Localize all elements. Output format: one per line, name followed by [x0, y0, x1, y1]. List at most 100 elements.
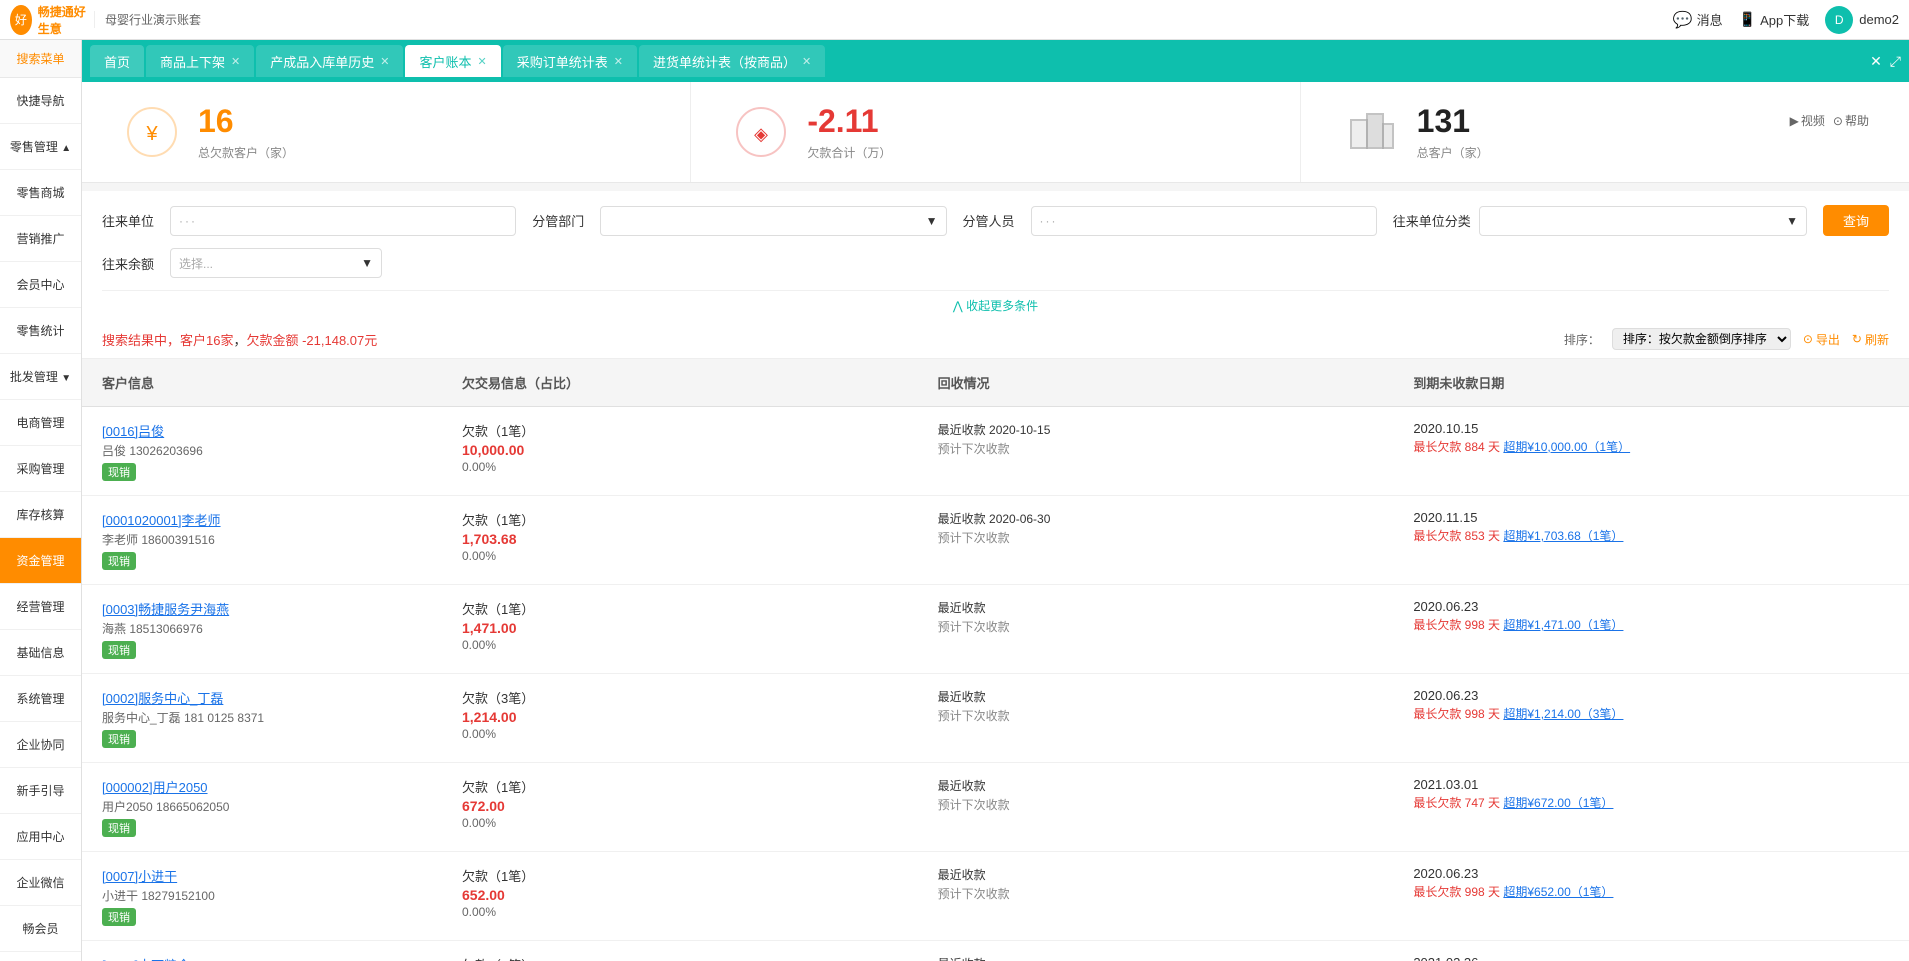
- close-tab-purchase-order[interactable]: ✕: [614, 55, 623, 68]
- table-row: [000002]用户2050 用户2050 18665062050 现销 欠款（…: [82, 763, 1909, 852]
- customer-name-0[interactable]: [0016]吕俊: [102, 421, 462, 440]
- sidebar-item-member-center[interactable]: 会员中心: [0, 262, 81, 308]
- close-tab-customer-account[interactable]: ✕: [478, 55, 487, 68]
- top-bar: 好 畅捷通好生意 母婴行业演示账套 💬 消息 📱 App下载 D demo2: [0, 0, 1909, 40]
- col-overdue: 到期未收款日期: [1413, 369, 1889, 396]
- tab-close-all-btn[interactable]: ✕: [1870, 53, 1882, 70]
- sidebar-item-inventory[interactable]: 库存核算: [0, 492, 81, 538]
- customer-tag-1: 现销: [102, 552, 136, 570]
- sidebar-item-finance-mgmt[interactable]: 资金管理: [0, 538, 81, 584]
- sidebar-item-member-vip[interactable]: 畅会员: [0, 906, 81, 952]
- overdue-link-4[interactable]: 超期¥672.00（1笔）: [1503, 796, 1613, 810]
- sidebar-item-retail-mall[interactable]: 零售商城: [0, 170, 81, 216]
- collection-0: 最近收款 2020-10-15 预计下次收款: [938, 417, 1414, 461]
- dept-select[interactable]: ▼: [600, 206, 946, 236]
- unit-category-select[interactable]: ▼: [1479, 206, 1807, 236]
- overdue-3: 2020.06.23 最长欠款 998 天 超期¥1,214.00（3笔）: [1413, 684, 1889, 726]
- avatar: D: [1825, 6, 1853, 34]
- balance-select[interactable]: 选择... ▼: [170, 248, 382, 278]
- customer-name-1[interactable]: [0001020001]李老师: [102, 510, 462, 529]
- sidebar-item-retail-mgmt[interactable]: 零售管理 ▲: [0, 124, 81, 170]
- sidebar-item-batch-mgmt[interactable]: 批发管理 ▼: [0, 354, 81, 400]
- summary-info-debt: 16 总欠款客户（家）: [198, 103, 294, 161]
- sidebar-item-enterprise-wechat[interactable]: 企业微信: [0, 860, 81, 906]
- tab-expand-btn[interactable]: ⤢: [1890, 53, 1901, 70]
- unit-category-label: 往来单位分类: [1393, 211, 1471, 230]
- total-customers-value: 131: [1417, 103, 1489, 140]
- sort-select[interactable]: 排序：按欠款金额倒序排序: [1612, 328, 1791, 350]
- sidebar-item-basic-info[interactable]: 基础信息: [0, 630, 81, 676]
- sidebar-item-ops-mgmt[interactable]: 经营管理: [0, 584, 81, 630]
- collection-2: 最近收款 预计下次收款: [938, 595, 1414, 639]
- sidebar-item-purchase-mgmt[interactable]: 采购管理: [0, 446, 81, 492]
- customer-name-6[interactable]: [0006]去下粮仓: [102, 955, 462, 961]
- customer-name-3[interactable]: [0002]服务中心_丁磊: [102, 688, 462, 707]
- customer-tag-0: 现销: [102, 463, 136, 481]
- collection-5: 最近收款 预计下次收款: [938, 862, 1414, 906]
- sidebar-item-quick-nav[interactable]: 快捷导航: [0, 78, 81, 124]
- sidebar-item-ecom-mgmt[interactable]: 电商管理: [0, 400, 81, 446]
- overdue-link-2[interactable]: 超期¥1,471.00（1笔）: [1503, 618, 1623, 632]
- sidebar-item-app-center[interactable]: 应用中心: [0, 814, 81, 860]
- overdue-link-5[interactable]: 超期¥652.00（1笔）: [1503, 885, 1613, 899]
- debt-info-3: 欠款（3笔） 1,214.00 0.00%: [462, 684, 938, 745]
- collection-4: 最近收款 预计下次收款: [938, 773, 1414, 817]
- tab-home[interactable]: 首页: [90, 45, 144, 77]
- manager-input[interactable]: ···: [1031, 206, 1377, 236]
- from-unit-input[interactable]: ···: [170, 206, 516, 236]
- total-customers-label: 总客户（家）: [1417, 144, 1489, 161]
- close-tab-import-stats[interactable]: ✕: [802, 55, 811, 68]
- view-video-btn[interactable]: ▶ 视频: [1790, 112, 1825, 129]
- summary-card-total-customers: 131 总客户（家） ▶ 视频 ⊙ 帮助: [1301, 82, 1909, 182]
- close-tab-product-history[interactable]: ✕: [380, 55, 389, 68]
- result-info: 搜索结果中，客户16家，欠款金额 -21,148.07元: [102, 330, 377, 349]
- debt-amount-0[interactable]: 10,000.00: [462, 442, 938, 458]
- from-unit-label: 往来单位: [102, 211, 162, 230]
- sidebar-item-marketing[interactable]: 营销推广: [0, 216, 81, 262]
- debt-ratio-0: 0.00%: [462, 460, 938, 474]
- tab-bar-actions: ✕ ⤢: [1870, 53, 1901, 70]
- tab-purchase-order[interactable]: 采购订单统计表 ✕: [503, 45, 637, 77]
- overdue-link-1[interactable]: 超期¥1,703.68（1笔）: [1503, 529, 1623, 543]
- tab-product-off[interactable]: 商品上下架 ✕: [146, 45, 254, 77]
- collection-6: 最近收款 预计下次收款: [938, 951, 1414, 961]
- overdue-link-0[interactable]: 超期¥10,000.00（1笔）: [1503, 440, 1630, 454]
- tab-customer-account[interactable]: 客户账本 ✕: [405, 45, 500, 77]
- tab-import-stats[interactable]: 进货单统计表（按商品） ✕: [639, 45, 825, 77]
- message-btn[interactable]: 💬 消息: [1673, 10, 1723, 30]
- tab-product-history[interactable]: 产成品入库单历史 ✕: [256, 45, 403, 77]
- refresh-btn[interactable]: ↻刷新: [1852, 331, 1889, 348]
- customer-name-4[interactable]: [000002]用户2050: [102, 777, 462, 796]
- customer-tag-2: 现销: [102, 641, 136, 659]
- debt-info-1: 欠款（1笔） 1,703.68 0.00%: [462, 506, 938, 567]
- customer-phone-0: 吕俊 13026203696: [102, 442, 462, 459]
- debt-info-6: 欠款（1笔） 455.90 0.00%: [462, 951, 938, 961]
- query-btn[interactable]: 查询: [1823, 205, 1889, 236]
- dept-label: 分管部门: [532, 211, 592, 230]
- customer-phone-2: 海燕 18513066976: [102, 620, 462, 637]
- customer-phone-3: 服务中心_丁磊 181 0125 8371: [102, 709, 462, 726]
- customer-name-5[interactable]: [0007]小进干: [102, 866, 462, 885]
- help-btn[interactable]: ⊙ 帮助: [1833, 112, 1869, 129]
- app-download-btn[interactable]: 📱 App下载: [1739, 10, 1810, 29]
- table-row: [0007]小进干 小进干 18279152100 现销 欠款（1笔） 652.…: [82, 852, 1909, 941]
- customer-info-1: [0001020001]李老师 李老师 18600391516 现销: [102, 506, 462, 574]
- close-tab-product-off[interactable]: ✕: [231, 55, 240, 68]
- debt-customers-value: 16: [198, 103, 294, 140]
- customer-name-2[interactable]: [0003]畅捷服务尹海燕: [102, 599, 462, 618]
- customer-phone-4: 用户2050 18665062050: [102, 798, 462, 815]
- collapse-btn[interactable]: ⋀ 收起更多条件: [102, 290, 1889, 320]
- sidebar-search[interactable]: 搜索菜单: [0, 40, 81, 78]
- overdue-link-3[interactable]: 超期¥1,214.00（3笔）: [1503, 707, 1623, 721]
- sidebar-item-enterprise-collab[interactable]: 企业协同: [0, 722, 81, 768]
- sidebar-item-sys-mgmt[interactable]: 系统管理: [0, 676, 81, 722]
- overdue-6: 2021.02.26 最长欠款 750 天 超期¥455.90（1笔）: [1413, 951, 1889, 961]
- sidebar-item-new-guide[interactable]: 新手引导: [0, 768, 81, 814]
- sidebar-item-retail-stats[interactable]: 零售统计: [0, 308, 81, 354]
- summary-card-debt-amount: ◈ -2.11 欠款合计（万）: [691, 82, 1300, 182]
- export-btn[interactable]: ⊙导出: [1803, 331, 1840, 348]
- summary-info-amount: -2.11 欠款合计（万）: [807, 103, 891, 161]
- filter-manager: 分管人员 ···: [963, 206, 1377, 236]
- debt-amount-value: -2.11: [807, 103, 891, 140]
- user-area[interactable]: D demo2: [1825, 6, 1899, 34]
